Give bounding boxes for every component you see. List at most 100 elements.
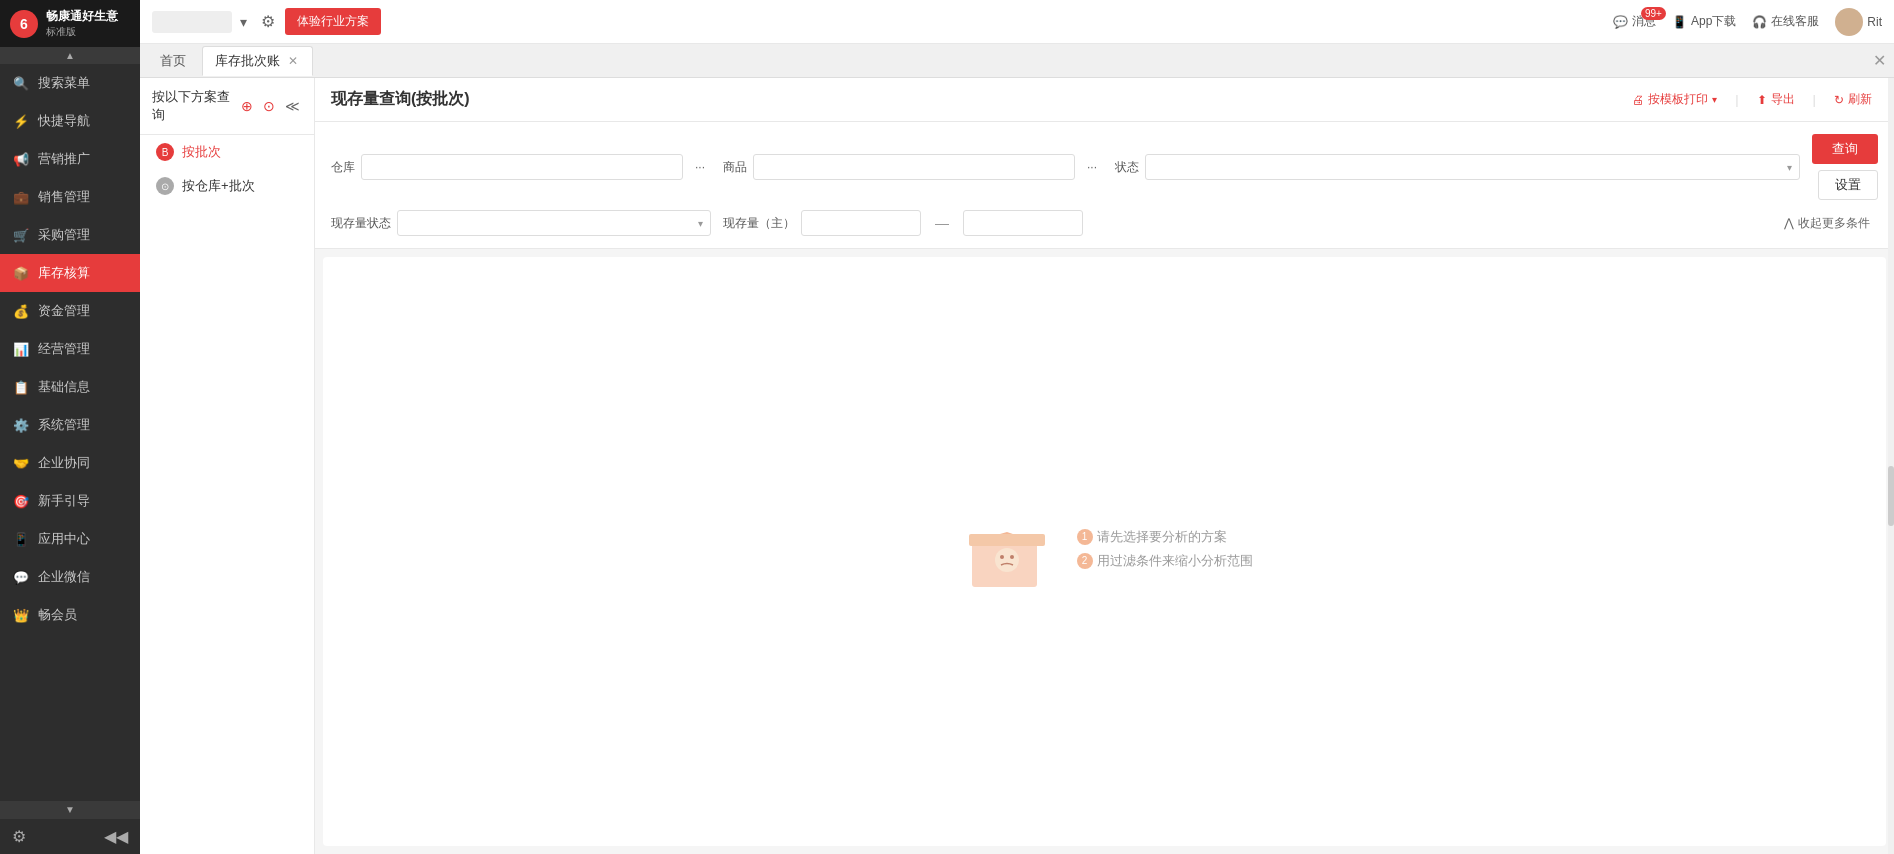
scheme-item-by-warehouse-batch[interactable]: ⊙ 按仓库+批次: [140, 169, 314, 203]
sidebar-item-business[interactable]: 📊 经营管理: [0, 330, 140, 368]
online-service-icon: 🎧: [1752, 15, 1767, 29]
status-select-wrap: 全部 正常 禁用: [1145, 154, 1800, 180]
topbar-dropdown-btn[interactable]: ▾: [236, 12, 251, 32]
stock-qty-max-input[interactable]: [963, 210, 1083, 236]
stock-qty-dash: —: [927, 215, 957, 231]
sidebar-item-label: 系统管理: [38, 416, 90, 434]
topbar-settings-btn[interactable]: ⚙: [257, 10, 279, 33]
sidebar-item-label: 企业微信: [38, 568, 90, 586]
refresh-btn[interactable]: ↻ 刷新: [1828, 88, 1878, 111]
sidebar-item-finance[interactable]: 💰 资金管理: [0, 292, 140, 330]
svg-point-5: [1000, 555, 1004, 559]
sidebar-item-vip[interactable]: 👑 畅会员: [0, 596, 140, 634]
filter-settings-btn[interactable]: 设置: [1818, 170, 1878, 200]
sidebar-scroll-up[interactable]: ▲: [0, 47, 140, 64]
tab-home[interactable]: 首页: [148, 46, 198, 76]
message-btn[interactable]: 💬 消息 99+: [1613, 13, 1656, 30]
refresh-icon: ↻: [1834, 93, 1844, 107]
right-panel: 现存量查询(按批次) 🖨 按模板打印 ▾ | ⬆ 导出 | ↻: [315, 78, 1894, 854]
collapse-sidebar-btn[interactable]: ◀◀: [104, 827, 128, 846]
right-scrollbar-thumb: [1888, 466, 1894, 526]
left-panel-title: 按以下方案查询: [152, 88, 239, 124]
sidebar-item-quick-nav[interactable]: ⚡ 快捷导航: [0, 102, 140, 140]
tab-batch[interactable]: 库存批次账 ✕: [202, 46, 313, 76]
sidebar-item-marketing[interactable]: 📢 营销推广: [0, 140, 140, 178]
experience-industry-btn[interactable]: 体验行业方案: [285, 8, 381, 35]
header-divider1: |: [1735, 92, 1738, 107]
sidebar-item-search-menu[interactable]: 🔍 搜索菜单: [0, 64, 140, 102]
finance-icon: 💰: [12, 302, 30, 320]
page-header: 现存量查询(按批次) 🖨 按模板打印 ▾ | ⬆ 导出 | ↻: [315, 78, 1894, 122]
print-btn[interactable]: 🖨 按模板打印 ▾: [1626, 88, 1723, 111]
header-divider2: |: [1813, 92, 1816, 107]
newbie-icon: 🎯: [12, 492, 30, 510]
stock-qty-min-input[interactable]: [801, 210, 921, 236]
collapse-more-btn[interactable]: ⋀ 收起更多条件: [1776, 211, 1878, 236]
collapse-left-btn[interactable]: ≪: [283, 96, 302, 116]
page-title: 现存量查询(按批次): [331, 89, 470, 110]
goods-more-btn[interactable]: ···: [1081, 158, 1103, 176]
app-download-btn[interactable]: 📱 App下载: [1672, 13, 1736, 30]
by-batch-icon: B: [156, 143, 174, 161]
tab-batch-close-btn[interactable]: ✕: [286, 54, 300, 68]
topbar-search-input[interactable]: [152, 11, 232, 33]
warehouse-input[interactable]: [361, 154, 683, 180]
tab-home-label: 首页: [160, 52, 186, 70]
sidebar-item-newbie[interactable]: 🎯 新手引导: [0, 482, 140, 520]
refresh-label: 刷新: [1848, 91, 1872, 108]
export-label: 导出: [1771, 91, 1795, 108]
tab-batch-label: 库存批次账: [215, 52, 280, 70]
quick-nav-icon: ⚡: [12, 112, 30, 130]
left-panel-actions: ⊕ ⊙ ≪: [239, 96, 302, 116]
status-label: 状态: [1115, 159, 1139, 176]
online-service-btn[interactable]: 🎧 在线客服: [1752, 13, 1819, 30]
goods-label: 商品: [723, 159, 747, 176]
status-select[interactable]: 全部 正常 禁用: [1145, 154, 1800, 180]
search-menu-icon: 🔍: [12, 74, 30, 92]
export-btn[interactable]: ⬆ 导出: [1751, 88, 1801, 111]
warehouse-more-btn[interactable]: ···: [689, 158, 711, 176]
settings-footer-btn[interactable]: ⚙: [12, 827, 26, 846]
wechat-icon: 💬: [12, 568, 30, 586]
sidebar-item-inventory[interactable]: 📦 库存核算: [0, 254, 140, 292]
filter-area: 仓库 ··· 商品 ··· 状态 全部: [315, 122, 1894, 249]
add-scheme-btn[interactable]: ⊕: [239, 96, 255, 116]
sidebar-item-app[interactable]: 📱 应用中心: [0, 520, 140, 558]
sidebar-item-wechat[interactable]: 💬 企业微信: [0, 558, 140, 596]
sidebar-item-label: 企业协同: [38, 454, 90, 472]
stock-status-select[interactable]: [397, 210, 711, 236]
online-service-label: 在线客服: [1771, 13, 1819, 30]
inventory-icon: 📦: [12, 264, 30, 282]
app-download-label: App下载: [1691, 13, 1736, 30]
sidebar-scroll-down[interactable]: ▼: [0, 801, 140, 818]
sidebar-item-purchase[interactable]: 🛒 采购管理: [0, 216, 140, 254]
vip-icon: 👑: [12, 606, 30, 624]
close-tab-area-btn[interactable]: ✕: [1873, 51, 1886, 70]
message-icon: 💬: [1613, 15, 1628, 29]
empty-state: 1 请先选择要分析的方案 2 用过滤条件来缩小分析范围: [323, 257, 1886, 846]
content-area: 按以下方案查询 ⊕ ⊙ ≪ B 按批次 ⊙ 按仓库+批次 现存量查询(按批次): [140, 78, 1894, 854]
goods-input[interactable]: [753, 154, 1075, 180]
left-panel: 按以下方案查询 ⊕ ⊙ ≪ B 按批次 ⊙ 按仓库+批次: [140, 78, 315, 854]
scheme-item-by-batch[interactable]: B 按批次: [140, 135, 314, 169]
sidebar-logo: 6: [10, 10, 38, 38]
query-btn[interactable]: 查询: [1812, 134, 1878, 164]
sidebar-item-system[interactable]: ⚙️ 系统管理: [0, 406, 140, 444]
hint-text-2: 用过滤条件来缩小分析范围: [1097, 552, 1253, 570]
topbar: ▾ ⚙ 体验行业方案 💬 消息 99+ 📱 App下载 🎧 在线客服 Rit: [140, 0, 1894, 44]
sidebar-item-basic[interactable]: 📋 基础信息: [0, 368, 140, 406]
sidebar-item-label: 搜索菜单: [38, 74, 90, 92]
app-download-icon: 📱: [1672, 15, 1687, 29]
sidebar-item-sales[interactable]: 💼 销售管理: [0, 178, 140, 216]
scheme-settings-btn[interactable]: ⊙: [261, 96, 277, 116]
empty-illustration: [957, 502, 1057, 602]
sidebar-edition: 标准版: [46, 25, 118, 39]
sidebar-item-enterprise[interactable]: 🤝 企业协同: [0, 444, 140, 482]
marketing-icon: 📢: [12, 150, 30, 168]
sidebar-item-label: 库存核算: [38, 264, 90, 282]
right-scrollbar[interactable]: [1888, 78, 1894, 854]
by-warehouse-batch-icon: ⊙: [156, 177, 174, 195]
stock-status-filter: 现存量状态: [331, 210, 711, 236]
user-avatar-area[interactable]: Rit: [1835, 8, 1882, 36]
sidebar-item-label: 资金管理: [38, 302, 90, 320]
